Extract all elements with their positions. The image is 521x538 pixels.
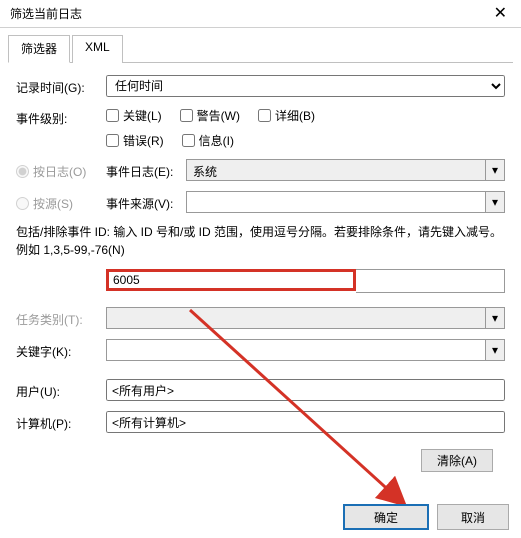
close-icon[interactable]: ✕ xyxy=(488,6,513,22)
label-event-log: 事件日志(E): xyxy=(106,160,186,180)
keyword-value xyxy=(106,339,485,361)
cancel-button[interactable]: 取消 xyxy=(437,504,509,530)
dialog-content: 筛选器 XML 记录时间(G): 任何时间 事件级别: 关键(L) xyxy=(0,28,521,480)
check-warning-box[interactable] xyxy=(180,109,193,122)
radio-by-source-input xyxy=(16,197,29,210)
titlebar: 筛选当前日志 ✕ xyxy=(0,0,521,28)
event-source-value xyxy=(186,191,485,213)
radio-by-log-label: 按日志(O) xyxy=(33,163,86,180)
label-computer: 计算机(P): xyxy=(16,412,106,432)
event-id-input[interactable] xyxy=(106,269,356,291)
chevron-down-icon: ▾ xyxy=(492,163,498,177)
check-warning-label: 警告(W) xyxy=(197,107,240,124)
event-id-hint: 包括/排除事件 ID: 输入 ID 号和/或 ID 范围，使用逗号分隔。若要排除… xyxy=(16,223,505,259)
label-keyword: 关键字(K): xyxy=(16,340,106,360)
radio-by-source: 按源(S) xyxy=(16,195,73,212)
check-info-box[interactable] xyxy=(182,134,195,147)
tabstrip: 筛选器 XML xyxy=(8,34,513,63)
task-category-value xyxy=(106,307,485,329)
check-verbose-box[interactable] xyxy=(258,109,271,122)
check-verbose[interactable]: 详细(B) xyxy=(258,107,315,124)
log-time-select[interactable]: 任何时间 xyxy=(106,75,505,97)
user-input[interactable] xyxy=(106,379,505,401)
check-verbose-label: 详细(B) xyxy=(275,107,315,124)
radio-by-log-input xyxy=(16,165,29,178)
label-user: 用户(U): xyxy=(16,380,106,400)
check-warning[interactable]: 警告(W) xyxy=(180,107,240,124)
check-error[interactable]: 错误(R) xyxy=(106,132,164,149)
check-info[interactable]: 信息(I) xyxy=(182,132,234,149)
task-category-dropdown-btn[interactable]: ▾ xyxy=(485,307,505,329)
event-source-dropdown-btn[interactable]: ▾ xyxy=(485,191,505,213)
dialog-footer: 确定 取消 xyxy=(343,504,509,530)
chevron-down-icon: ▾ xyxy=(492,195,498,209)
ok-button[interactable]: 确定 xyxy=(343,504,429,530)
tab-filter[interactable]: 筛选器 xyxy=(8,35,70,63)
event-log-dropdown-btn[interactable]: ▾ xyxy=(485,159,505,181)
label-log-time: 记录时间(G): xyxy=(16,76,106,96)
check-critical-box[interactable] xyxy=(106,109,119,122)
window-title: 筛选当前日志 xyxy=(8,5,82,22)
computer-input[interactable] xyxy=(106,411,505,433)
clear-button[interactable]: 清除(A) xyxy=(421,449,493,472)
check-info-label: 信息(I) xyxy=(199,132,234,149)
chevron-down-icon: ▾ xyxy=(492,343,498,357)
keyword-dropdown-btn[interactable]: ▾ xyxy=(485,339,505,361)
check-error-box[interactable] xyxy=(106,134,119,147)
filter-form: 记录时间(G): 任何时间 事件级别: 关键(L) 警告(W) xyxy=(8,75,513,472)
check-error-label: 错误(R) xyxy=(123,132,164,149)
label-event-source: 事件来源(V): xyxy=(106,192,186,212)
label-task-category: 任务类别(T): xyxy=(16,308,106,328)
radio-by-log: 按日志(O) xyxy=(16,163,86,180)
event-id-rest xyxy=(356,269,505,293)
chevron-down-icon: ▾ xyxy=(492,311,498,325)
check-critical-label: 关键(L) xyxy=(123,107,162,124)
label-event-level: 事件级别: xyxy=(16,107,106,127)
tab-xml[interactable]: XML xyxy=(72,35,123,63)
check-critical[interactable]: 关键(L) xyxy=(106,107,162,124)
event-log-value: 系统 xyxy=(186,159,485,181)
radio-by-source-label: 按源(S) xyxy=(33,195,73,212)
